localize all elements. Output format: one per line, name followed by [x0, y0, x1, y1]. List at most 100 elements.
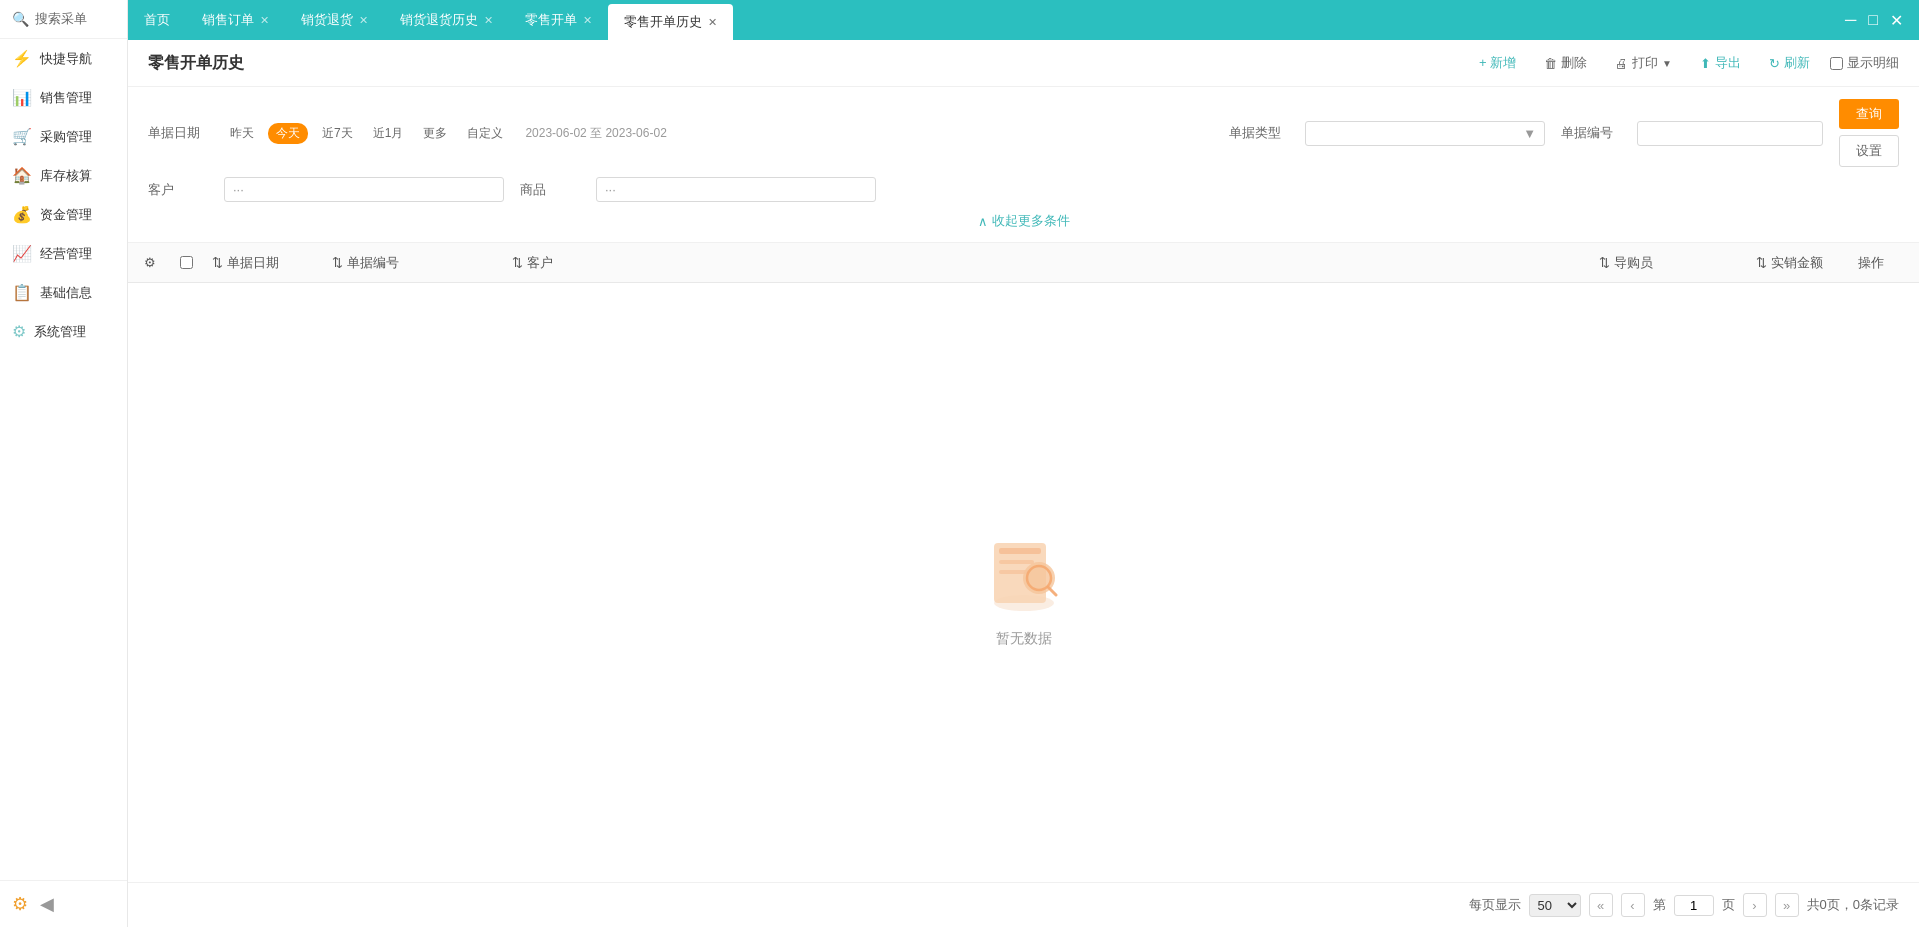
date-btn-today[interactable]: 今天: [268, 123, 308, 144]
sidebar-item-finance[interactable]: 💰 资金管理: [0, 195, 127, 234]
tab-sales-return-history-close[interactable]: ✕: [484, 14, 493, 27]
date-filter-label: 单据日期: [148, 124, 208, 142]
empty-state-icon: [974, 518, 1074, 618]
refresh-icon: ↻: [1769, 56, 1780, 71]
tab-retail-history-close[interactable]: ✕: [708, 16, 717, 29]
refresh-button-label: 刷新: [1784, 54, 1810, 72]
sidebar: 🔍 搜索采单 ⚡ 快捷导航 📊 销售管理 🛒 采购管理 🏠 库存核算 💰 资金管…: [0, 0, 128, 927]
per-page-select[interactable]: 50 100 200: [1529, 894, 1581, 917]
date-btn-custom[interactable]: 自定义: [461, 123, 509, 144]
customer-select[interactable]: ···: [224, 177, 504, 202]
tab-sales-return[interactable]: 销货退货 ✕: [285, 0, 384, 40]
print-button-label: 打印: [1632, 54, 1658, 72]
main-content: 首页 销售订单 ✕ 销货退货 ✕ 销货退货历史 ✕ 零售开单 ✕ 零售开单历史 …: [128, 0, 1919, 927]
tab-sales-return-history[interactable]: 销货退货历史 ✕: [384, 0, 509, 40]
page-number-input[interactable]: 1: [1674, 895, 1714, 916]
tab-home[interactable]: 首页: [128, 0, 186, 40]
th-date-label: 单据日期: [227, 254, 279, 272]
sidebar-bottom: ⚙ ◀: [0, 880, 127, 927]
query-buttons: 查询 设置: [1839, 99, 1899, 167]
print-button[interactable]: 🖨 打印 ▼: [1607, 50, 1680, 76]
add-button[interactable]: + 新增: [1471, 50, 1524, 76]
bill-type-arrow-icon: ▼: [1523, 126, 1536, 141]
th-amount-label: 实销金额: [1771, 254, 1823, 272]
sidebar-item-label: 销售管理: [40, 89, 92, 107]
bill-no-input[interactable]: [1637, 121, 1823, 146]
sidebar-item-inventory[interactable]: 🏠 库存核算: [0, 156, 127, 195]
last-page-btn[interactable]: »: [1775, 893, 1799, 917]
tab-sales-order-close[interactable]: ✕: [260, 14, 269, 27]
tab-retail-open[interactable]: 零售开单 ✕: [509, 0, 608, 40]
content-area: 零售开单历史 + 新增 🗑 删除 🖨 打印 ▼ ⬆ 导出 ↻ 刷新: [128, 40, 1919, 927]
th-gear[interactable]: ⚙: [136, 255, 172, 270]
sort-icon: ⇅: [512, 255, 523, 270]
sidebar-item-system-mgmt[interactable]: ⚙ 系统管理: [0, 312, 127, 351]
page-title: 零售开单历史: [148, 53, 1459, 74]
th-date[interactable]: ⇅ 单据日期: [204, 254, 324, 272]
sales-mgmt-icon: 📊: [12, 88, 32, 107]
sidebar-item-purchase-mgmt[interactable]: 🛒 采购管理: [0, 117, 127, 156]
select-all-checkbox[interactable]: [180, 256, 193, 269]
th-amount[interactable]: ⇅ 实销金额: [1711, 254, 1831, 272]
date-btn-more[interactable]: 更多: [417, 123, 453, 144]
delete-button[interactable]: 🗑 删除: [1536, 50, 1595, 76]
first-page-btn[interactable]: «: [1589, 893, 1613, 917]
display-detail-checkbox[interactable]: 显示明细: [1830, 54, 1899, 72]
sidebar-item-operations[interactable]: 📈 经营管理: [0, 234, 127, 273]
display-detail-input[interactable]: [1830, 57, 1843, 70]
query-button[interactable]: 查询: [1839, 99, 1899, 129]
export-button[interactable]: ⬆ 导出: [1692, 50, 1749, 76]
svg-rect-2: [999, 548, 1041, 554]
tab-retail-history[interactable]: 零售开单历史 ✕: [608, 4, 733, 40]
tab-sales-order[interactable]: 销售订单 ✕: [186, 0, 285, 40]
collapse-up-icon: ∧: [978, 214, 988, 229]
sort-icon: ⇅: [1599, 255, 1610, 270]
tab-sales-return-close[interactable]: ✕: [359, 14, 368, 27]
total-info: 共0页，0条记录: [1807, 896, 1899, 914]
customer-filter-label: 客户: [148, 181, 208, 199]
export-icon: ⬆: [1700, 56, 1711, 71]
collapse-sidebar-icon[interactable]: ◀: [40, 893, 54, 915]
operations-icon: 📈: [12, 244, 32, 263]
sidebar-search[interactable]: 🔍 搜索采单: [0, 0, 127, 39]
svg-line-7: [1048, 587, 1056, 595]
filter-settings-button[interactable]: 设置: [1839, 135, 1899, 167]
page-suffix-label: 页: [1722, 896, 1735, 914]
filter-more-toggle[interactable]: ∧ 收起更多条件: [978, 212, 1070, 230]
goods-select[interactable]: ···: [596, 177, 876, 202]
date-btn-7days[interactable]: 近7天: [316, 123, 359, 144]
inventory-icon: 🏠: [12, 166, 32, 185]
refresh-button[interactable]: ↻ 刷新: [1761, 50, 1818, 76]
th-billno[interactable]: ⇅ 单据编号: [324, 254, 504, 272]
filter-more-label: 收起更多条件: [992, 212, 1070, 230]
th-checkbox[interactable]: [172, 256, 204, 269]
display-detail-label: 显示明细: [1847, 54, 1899, 72]
bill-type-select[interactable]: ▼: [1305, 121, 1545, 146]
sidebar-item-basic-info[interactable]: 📋 基础信息: [0, 273, 127, 312]
date-btn-1month[interactable]: 近1月: [367, 123, 410, 144]
th-salesperson[interactable]: ⇅ 导购员: [1591, 254, 1711, 272]
finance-icon: 💰: [12, 205, 32, 224]
sidebar-item-label: 经营管理: [40, 245, 92, 263]
quick-nav-icon: ⚡: [12, 49, 32, 68]
prev-page-btn[interactable]: ‹: [1621, 893, 1645, 917]
tab-bar-right: ─ □ ✕: [1829, 11, 1919, 30]
goods-placeholder: ···: [605, 182, 616, 197]
sort-icon: ⇅: [1756, 255, 1767, 270]
tab-retail-open-close[interactable]: ✕: [583, 14, 592, 27]
next-page-btn[interactable]: ›: [1743, 893, 1767, 917]
table-header: ⚙ ⇅ 单据日期 ⇅ 单据编号 ⇅ 客户 ⇅: [128, 243, 1919, 283]
page-prefix-label: 第: [1653, 896, 1666, 914]
window-restore-icon[interactable]: □: [1868, 11, 1878, 29]
system-mgmt-icon: ⚙: [12, 322, 26, 341]
sidebar-item-quick-nav[interactable]: ⚡ 快捷导航: [0, 39, 127, 78]
date-btn-yesterday[interactable]: 昨天: [224, 123, 260, 144]
sidebar-item-label: 采购管理: [40, 128, 92, 146]
settings-gear-icon[interactable]: ⚙: [12, 893, 28, 915]
th-action: 操作: [1831, 254, 1911, 272]
window-minimize-icon[interactable]: ─: [1845, 11, 1856, 29]
sidebar-item-sales-mgmt[interactable]: 📊 销售管理: [0, 78, 127, 117]
th-customer[interactable]: ⇅ 客户: [504, 254, 1591, 272]
window-close-icon[interactable]: ✕: [1890, 11, 1903, 30]
sort-icon: ⇅: [332, 255, 343, 270]
